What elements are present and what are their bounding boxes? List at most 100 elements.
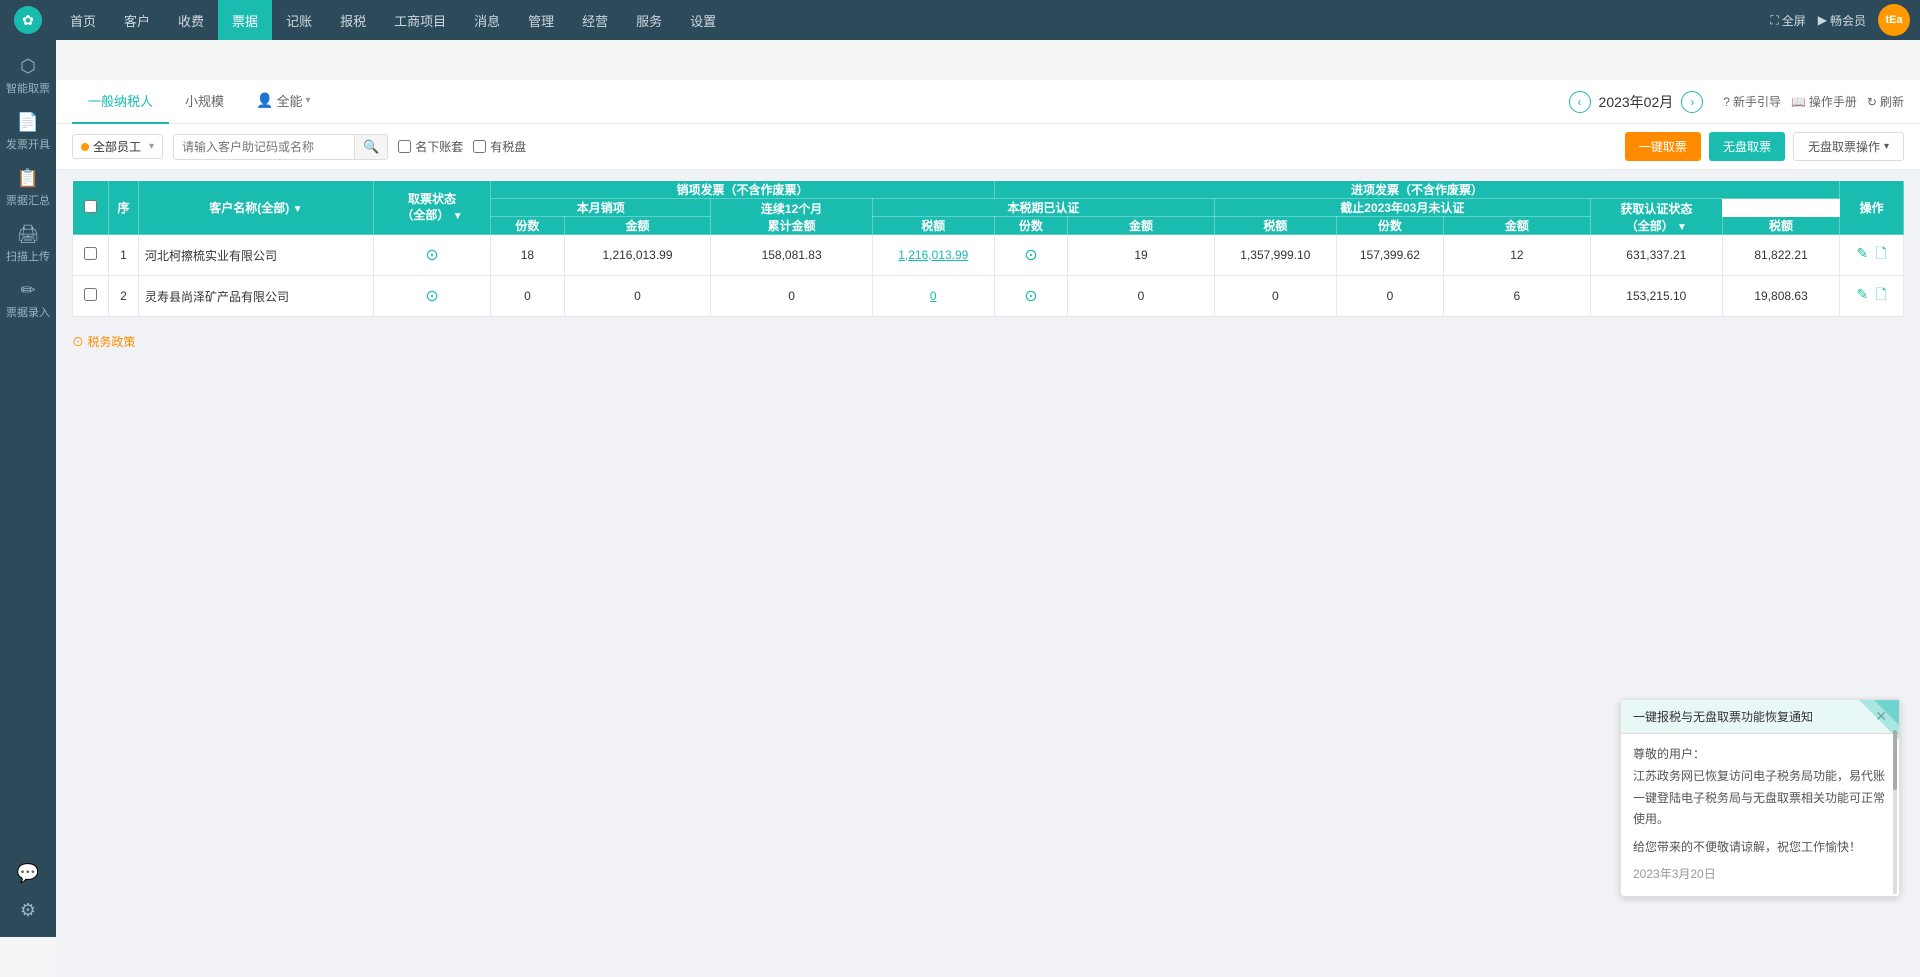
row1-take-status: ⊙ [373, 235, 490, 276]
nav-operation[interactable]: 经营 [568, 0, 622, 40]
one-click-fetch-btn[interactable]: 一键取票 [1625, 132, 1701, 161]
date-next-btn[interactable]: › [1681, 91, 1703, 113]
sidebar-item-scan-upload[interactable]: 🖨 扫描上传 [2, 218, 54, 270]
main-select-all[interactable] [84, 200, 97, 213]
th-sales-month: 本月销项 [491, 199, 711, 217]
tab-all[interactable]: 👤 全能 ▾ [240, 80, 326, 124]
tax-policy-link[interactable]: ⊙ 税务政策 [72, 333, 135, 350]
row2-cert-status: ⊙ [994, 276, 1067, 317]
nav-message[interactable]: 消息 [460, 0, 514, 40]
th-uncert-jine: 金额 [1444, 217, 1591, 235]
search-input[interactable] [174, 136, 354, 158]
row2-take-status: ⊙ [373, 276, 490, 317]
row1-customer: 河北柯擦梳实业有限公司 [139, 235, 374, 276]
row1-xiao-jine: 1,216,013.99 [564, 235, 711, 276]
row1-edit-btn[interactable]: ✎ [1856, 245, 1868, 261]
refresh-icon: ↻ [1867, 95, 1877, 109]
th-ops: 操作 [1840, 181, 1904, 235]
row1-jin-shue: 157,399.62 [1336, 235, 1443, 276]
row2-edit-btn[interactable]: ✎ [1856, 286, 1868, 302]
popup-scrollbar[interactable] [1893, 730, 1897, 894]
tab-general-taxpayer[interactable]: 一般纳税人 [72, 80, 169, 124]
row2-12m-link[interactable]: 0 [930, 289, 937, 303]
row1-cert-status: ⊙ [994, 235, 1067, 276]
th-checkbox [73, 181, 109, 235]
cert-status-filter[interactable]: ▼ [1677, 222, 1687, 233]
popup-content-line2: 江苏政务网已恢复访问电子税务局功能，易代账一键登陆电子税务局与无盘取票相关功能可… [1633, 766, 1887, 831]
no-disk-fetch-btn[interactable]: 无盘取票 [1709, 132, 1785, 161]
nav-invoice[interactable]: 票据 [218, 0, 272, 40]
th-cert-fenshu: 份数 [994, 217, 1067, 235]
row1-12m-link[interactable]: 1,216,013.99 [898, 248, 968, 262]
tab-actions: ? 新手引导 📖 操作手册 ↻ 刷新 [1723, 93, 1904, 110]
manual-btn[interactable]: 📖 操作手册 [1791, 93, 1857, 110]
row2-12m-jine: 0 [872, 276, 994, 317]
row1-xiao-fenshu: 18 [491, 235, 564, 276]
sidebar-item-invoice-summary[interactable]: 📋 票据汇总 [2, 162, 54, 214]
tab-small-scale[interactable]: 小规模 [169, 80, 240, 124]
popup-body: 尊敬的用户： 江苏政务网已恢复访问电子税务局功能，易代账一键登陆电子税务局与无盘… [1621, 734, 1899, 896]
row1-checkbox[interactable] [73, 235, 109, 276]
search-wrap: 🔍 [173, 134, 388, 160]
nav-home[interactable]: 首页 [56, 0, 110, 40]
th-12month: 连续12个月累计金额 [711, 199, 872, 235]
nav-customer[interactable]: 客户 [110, 0, 164, 40]
row2-weiren-fenshu: 6 [1444, 276, 1591, 317]
new-guide-btn[interactable]: ? 新手引导 [1723, 93, 1781, 110]
left-sidebar: ⬡ 智能取票 📄 发票开具 📋 票据汇总 🖨 扫描上传 ✏ 票据录入 💬 ⚙ [0, 40, 56, 937]
fullscreen-icon: ⛶ [1770, 13, 1778, 28]
nav-business[interactable]: 工商项目 [380, 0, 460, 40]
sidebar-item-invoice-open[interactable]: 📄 发票开具 [2, 106, 54, 158]
row2-xiao-fenshu: 0 [491, 276, 564, 317]
th-uncert-fenshu: 份数 [1336, 217, 1443, 235]
date-prev-btn[interactable]: ‹ [1569, 91, 1591, 113]
checkbox-account-input[interactable] [398, 140, 411, 153]
footer-bar: ⊙ 税务政策 [56, 327, 1920, 356]
book-icon: 📖 [1791, 95, 1806, 109]
row2-xiao-jine: 0 [564, 276, 711, 317]
checkbox-taxdisk-input[interactable] [473, 140, 486, 153]
nav-settings[interactable]: 设置 [676, 0, 730, 40]
checkbox-account[interactable]: 名下账套 [398, 138, 463, 155]
row1-no: 1 [109, 235, 139, 276]
refresh-btn[interactable]: ↻ 刷新 [1867, 93, 1904, 110]
fullscreen-btn[interactable]: ⛶ 全屏 [1770, 12, 1805, 29]
checkbox-taxdisk[interactable]: 有税盘 [473, 138, 526, 155]
sidebar-item-chat[interactable]: 💬 [2, 857, 54, 890]
popup-content-line1: 尊敬的用户： [1633, 744, 1887, 766]
app-logo: ✿ [10, 2, 46, 38]
cert-status-check-icon: ⊙ [1024, 247, 1037, 264]
search-button[interactable]: 🔍 [354, 135, 387, 159]
row2-jin-jine: 0 [1214, 276, 1336, 317]
customer-filter-icon[interactable]: ▼ [293, 204, 303, 215]
row2-checkbox[interactable] [73, 276, 109, 317]
row2-weiren-shue: 19,808.63 [1722, 276, 1839, 317]
take-status-filter[interactable]: ▼ [453, 211, 463, 222]
th-uncertified: 截止2023年03月未认证 [1214, 199, 1590, 217]
all-tab-dropdown-icon[interactable]: ▾ [305, 95, 310, 106]
vip-btn[interactable]: ▶ 畅会员 [1818, 12, 1866, 29]
th-sales-jine: 金额 [564, 217, 711, 235]
no-disk-operation-btn[interactable]: 无盘取票操作 ▾ [1793, 132, 1904, 161]
invoice-open-icon: 📄 [17, 112, 39, 133]
th-no: 序 [109, 181, 139, 235]
sidebar-item-smart-fetch[interactable]: ⬡ 智能取票 [2, 50, 54, 102]
sidebar-item-config[interactable]: ⚙ [2, 894, 54, 927]
row1-actions: ✎ 🗋 [1840, 235, 1904, 276]
sidebar-item-invoice-entry[interactable]: ✏ 票据录入 [2, 274, 54, 326]
all-tab-icon: 👤 [256, 92, 273, 109]
nav-tax[interactable]: 报税 [326, 0, 380, 40]
nav-accounting[interactable]: 记账 [272, 0, 326, 40]
user-avatar[interactable]: tEa [1878, 4, 1910, 36]
nav-manage[interactable]: 管理 [514, 0, 568, 40]
nav-fee[interactable]: 收费 [164, 0, 218, 40]
employee-label: 全部员工 [93, 138, 141, 155]
date-navigator: ‹ 2023年02月 › [1569, 91, 1704, 113]
employee-dot [81, 143, 89, 151]
employee-select[interactable]: 全部员工 ▾ [72, 134, 163, 159]
row1-weiren-shue: 81,822.21 [1722, 235, 1839, 276]
row1-view-btn[interactable]: 🗋 [1876, 245, 1887, 261]
row2-view-btn[interactable]: 🗋 [1876, 286, 1887, 302]
invoice-summary-icon: 📋 [17, 168, 39, 189]
nav-service[interactable]: 服务 [622, 0, 676, 40]
